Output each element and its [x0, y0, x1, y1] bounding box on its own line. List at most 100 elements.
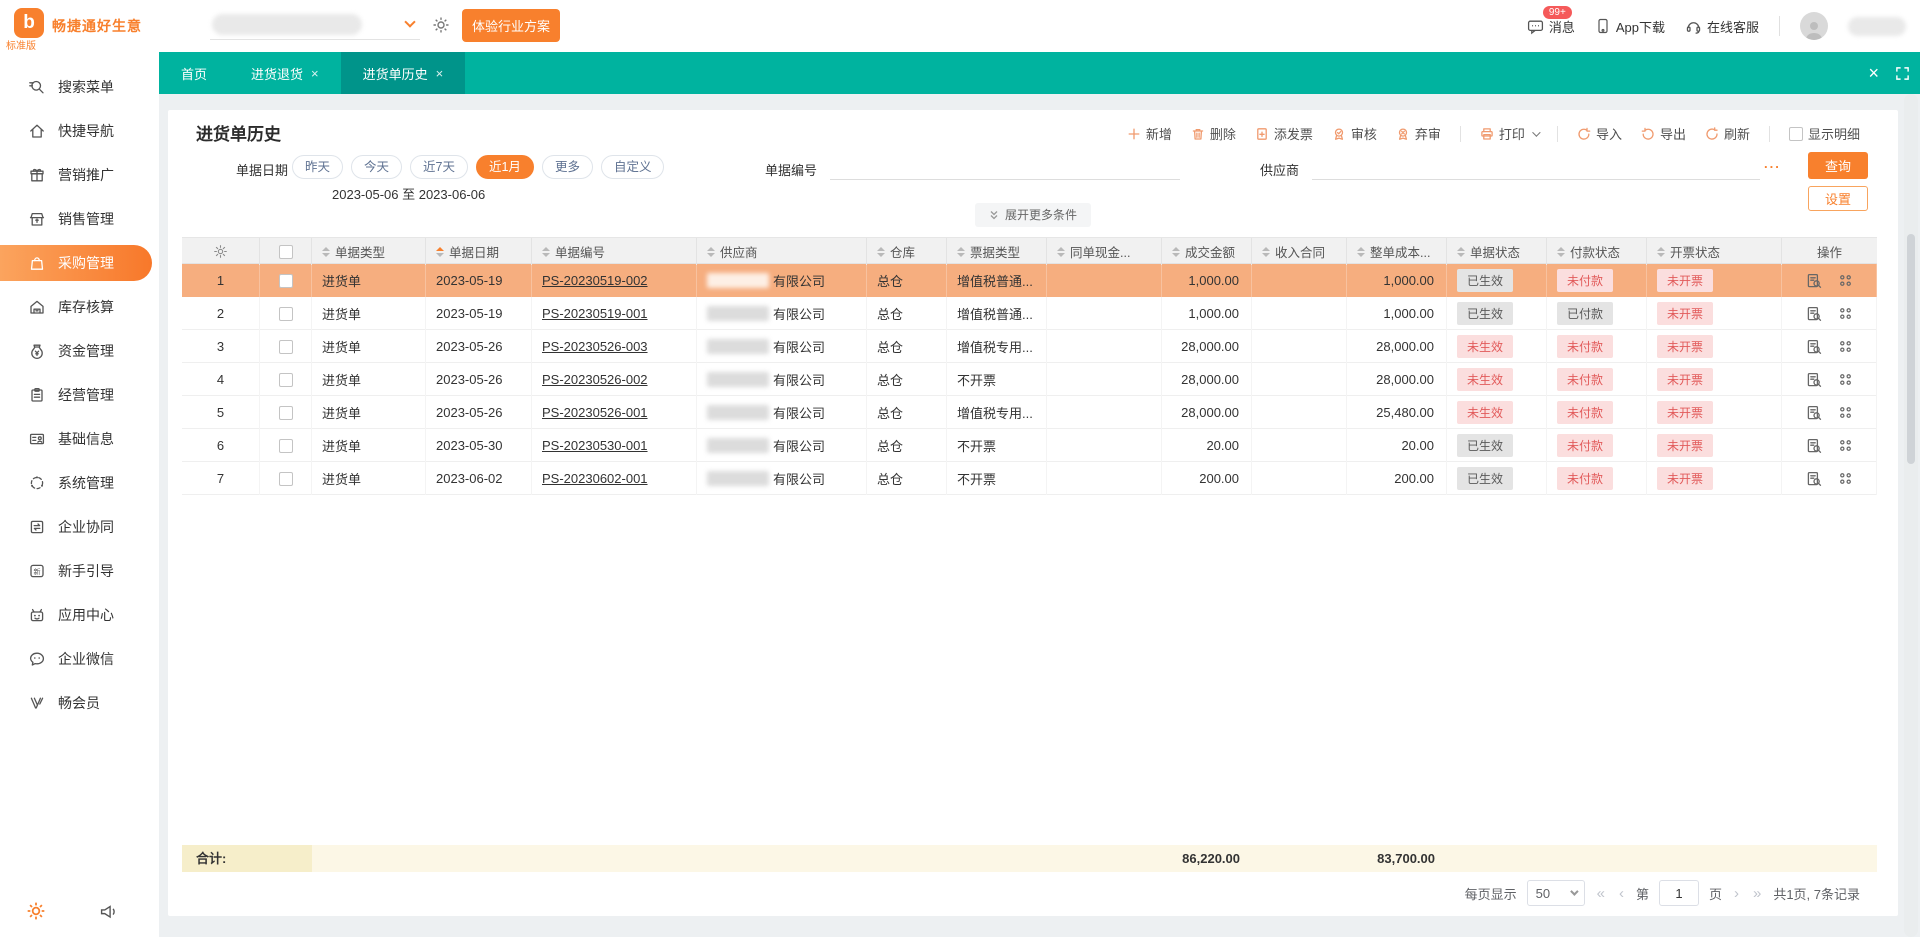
fullscreen-icon[interactable]: [1895, 66, 1910, 81]
tab-进货单历史[interactable]: 进货单历史 ×: [340, 52, 466, 94]
row-checkbox[interactable]: [278, 438, 293, 453]
date-preset-昨天[interactable]: 昨天: [292, 155, 344, 179]
date-preset-今天[interactable]: 今天: [351, 155, 403, 179]
col-header-amount[interactable]: 成交金额: [1162, 238, 1252, 265]
view-detail-icon[interactable]: [1806, 471, 1822, 487]
sidebar-item-collab[interactable]: 企业协同: [0, 509, 159, 545]
toolbar-export-button[interactable]: 导出: [1641, 124, 1686, 143]
order-no-link[interactable]: PS-20230526-003: [542, 339, 648, 354]
sort-arrows-icon[interactable]: [957, 246, 965, 257]
table-row[interactable]: 1 进货单 2023-05-19 PS-20230519-002 有限公司 总仓 增值税普通…: [182, 264, 1877, 297]
sidebar-item-gift[interactable]: 营销推广: [0, 157, 159, 193]
toolbar-docplus-button[interactable]: 添发票: [1255, 124, 1313, 143]
view-detail-icon[interactable]: [1806, 438, 1822, 454]
date-preset-自定义[interactable]: 自定义: [600, 155, 665, 179]
col-header-cost[interactable]: 整单成本...: [1347, 238, 1447, 265]
sort-arrows-icon[interactable]: [1057, 246, 1065, 257]
next-page-icon[interactable]: ›: [1732, 885, 1741, 902]
tab-close-icon[interactable]: ×: [436, 66, 444, 81]
more-actions-icon[interactable]: [1838, 306, 1853, 321]
sidebar-item-home[interactable]: 快捷导航: [0, 113, 159, 149]
row-checkbox[interactable]: [278, 306, 293, 321]
last-page-icon[interactable]: »: [1751, 885, 1763, 902]
page-number-input[interactable]: [1658, 880, 1699, 906]
date-preset-更多[interactable]: 更多: [541, 155, 593, 179]
col-header-doc_status[interactable]: 单据状态: [1447, 238, 1547, 265]
more-actions-icon[interactable]: [1838, 405, 1853, 420]
header-gear-icon[interactable]: [432, 16, 450, 34]
more-actions-icon[interactable]: [1838, 339, 1853, 354]
table-row[interactable]: 6 进货单 2023-05-30 PS-20230530-001 有限公司 总仓 不开票 20…: [182, 429, 1877, 462]
table-row[interactable]: 7 进货单 2023-06-02 PS-20230602-001 有限公司 总仓 不开票 20…: [182, 462, 1877, 495]
col-header-income_contract[interactable]: 收入合同: [1252, 238, 1347, 265]
company-selector[interactable]: [210, 12, 420, 40]
table-row[interactable]: 3 进货单 2023-05-26 PS-20230526-003 有限公司 总仓 增值税专用…: [182, 330, 1877, 363]
app-download-button[interactable]: App下载: [1595, 17, 1665, 36]
order-no-link[interactable]: PS-20230526-002: [542, 372, 648, 387]
more-actions-icon[interactable]: [1838, 438, 1853, 453]
toolbar-refresh-button[interactable]: 刷新: [1705, 124, 1750, 143]
view-detail-icon[interactable]: [1806, 405, 1822, 421]
sidebar-item-bag[interactable]: 采购管理: [0, 245, 152, 281]
sort-arrows-icon[interactable]: [1262, 246, 1270, 257]
sidebar-item-store[interactable]: 销售管理: [0, 201, 159, 237]
online-service-button[interactable]: 在线客服: [1685, 17, 1759, 36]
sort-arrows-icon[interactable]: [1557, 246, 1565, 257]
table-row[interactable]: 2 进货单 2023-05-19 PS-20230519-001 有限公司 总仓 增值税普通…: [182, 297, 1877, 330]
messages-button[interactable]: 消息 99+: [1527, 5, 1575, 36]
col-header-date[interactable]: 单据日期: [426, 238, 532, 265]
toolbar-import-button[interactable]: 导入: [1577, 124, 1622, 143]
order-no-link[interactable]: PS-20230602-001: [542, 471, 648, 486]
sidebar-item-new[interactable]: 新 新手引导: [0, 553, 159, 589]
view-detail-icon[interactable]: [1806, 339, 1822, 355]
sidebar-item-search[interactable]: 搜索菜单: [0, 69, 159, 105]
row-checkbox[interactable]: [278, 405, 293, 420]
order-no-link[interactable]: PS-20230519-001: [542, 306, 648, 321]
sidebar-item-system[interactable]: 系统管理: [0, 465, 159, 501]
per-page-select[interactable]: 50: [1526, 880, 1585, 906]
sort-arrows-icon[interactable]: [1172, 246, 1180, 257]
col-header-check[interactable]: [260, 238, 312, 265]
toolbar-plus-button[interactable]: 新增: [1127, 124, 1172, 143]
supplier-input[interactable]: [1312, 154, 1760, 180]
date-preset-近1月[interactable]: 近1月: [475, 155, 534, 179]
sidebar-item-vip[interactable]: 畅会员: [0, 685, 159, 721]
settings-button[interactable]: 设置: [1808, 186, 1868, 211]
order-no-link[interactable]: PS-20230519-002: [542, 273, 648, 288]
sidebar-item-app[interactable]: 应用中心: [0, 597, 159, 633]
user-avatar[interactable]: [1800, 12, 1828, 40]
prev-page-icon[interactable]: ‹: [1617, 885, 1626, 902]
close-icon[interactable]: ×: [1868, 63, 1879, 84]
user-name-redacted[interactable]: [1848, 16, 1906, 36]
sort-arrows-icon[interactable]: [877, 246, 885, 257]
order-no-link[interactable]: PS-20230526-001: [542, 405, 648, 420]
date-range-value[interactable]: 2023-05-06 至 2023-06-06: [332, 184, 485, 203]
row-checkbox[interactable]: [278, 273, 293, 288]
date-preset-近7天[interactable]: 近7天: [410, 155, 468, 179]
scrollbar-thumb[interactable]: [1907, 234, 1915, 464]
col-header-supplier[interactable]: 供应商: [697, 238, 867, 265]
sort-arrows-icon[interactable]: [1457, 246, 1465, 257]
view-detail-icon[interactable]: [1806, 273, 1822, 289]
sort-arrows-icon[interactable]: [542, 246, 550, 257]
more-actions-icon[interactable]: [1838, 372, 1853, 387]
show-detail-checkbox[interactable]: [1788, 126, 1803, 141]
tab-首页[interactable]: 首页: [159, 52, 229, 94]
view-detail-icon[interactable]: [1806, 372, 1822, 388]
col-header-no[interactable]: 单据编号: [532, 238, 697, 265]
sort-arrows-icon[interactable]: [1357, 246, 1365, 257]
col-header-inv_status[interactable]: 开票状态: [1647, 238, 1782, 265]
sidebar-item-moneybag[interactable]: 资金管理: [0, 333, 159, 369]
col-header-num[interactable]: [182, 238, 260, 265]
order-no-input[interactable]: [830, 154, 1180, 180]
col-header-type[interactable]: 单据类型: [312, 238, 426, 265]
first-page-icon[interactable]: «: [1595, 885, 1607, 902]
sort-arrows-icon[interactable]: [707, 246, 715, 257]
select-all-checkbox[interactable]: [278, 244, 293, 259]
table-row[interactable]: 4 进货单 2023-05-26 PS-20230526-002 有限公司 总仓 不开票 28…: [182, 363, 1877, 396]
order-no-link[interactable]: PS-20230530-001: [542, 438, 648, 453]
search-button[interactable]: 查询: [1808, 152, 1868, 179]
sidebar-item-warehouse[interactable]: 库存核算: [0, 289, 159, 325]
sidebar-item-idcard[interactable]: 基础信息: [0, 421, 159, 457]
sort-arrows-icon[interactable]: [436, 246, 444, 257]
